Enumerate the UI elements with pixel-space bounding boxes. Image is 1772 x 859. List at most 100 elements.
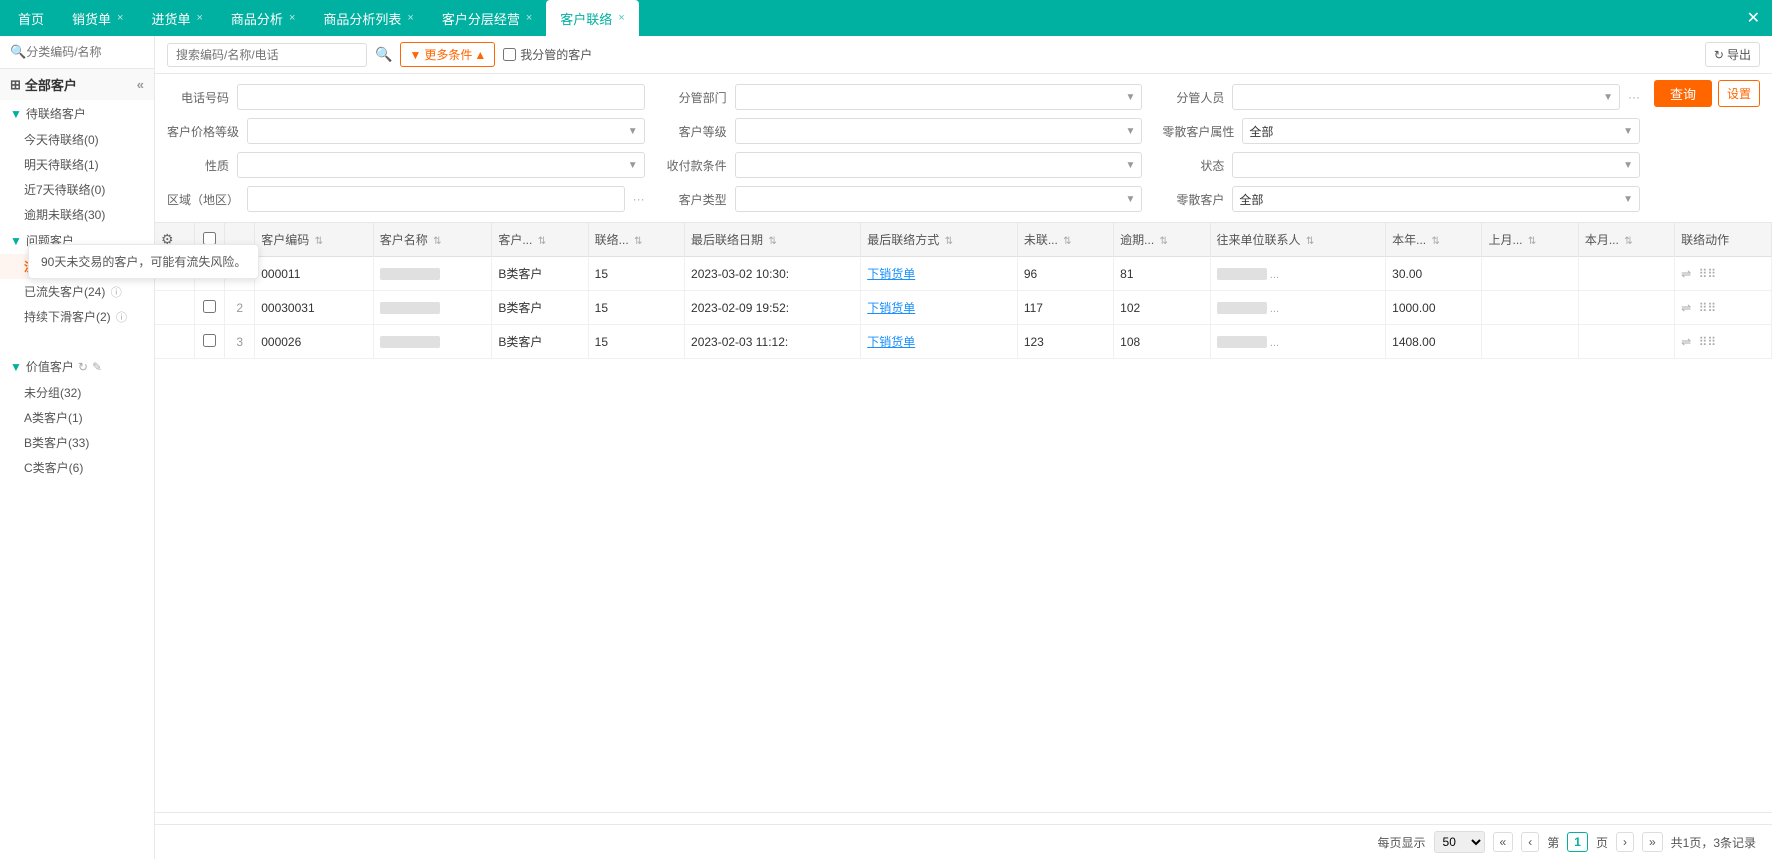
close-icon[interactable]: × (526, 12, 532, 24)
export-icon: ↻ (1714, 48, 1724, 62)
more-dots[interactable]: ··· (633, 192, 645, 206)
sidebar-item-declining[interactable]: 持续下滑客户(2) ⓘ (0, 304, 154, 329)
row-checkbox[interactable] (203, 300, 216, 313)
close-icon[interactable]: × (289, 12, 295, 24)
filter-row-3: 性质 ▼ 收付款条件 ▼ (155, 148, 1652, 182)
close-icon[interactable]: × (407, 12, 413, 24)
export-button[interactable]: ↻ 导出 (1705, 42, 1760, 67)
sort-icon: ⇅ (315, 236, 323, 247)
contact-icon[interactable]: ⇌ (1681, 267, 1691, 281)
sidebar-item-b-class[interactable]: B类客户(33) (0, 430, 154, 455)
chevron-down-icon: ▼ (1125, 92, 1135, 103)
sidebar-item-7days[interactable]: 近7天待联络(0) (0, 177, 154, 202)
sidebar-item-tomorrow[interactable]: 明天待联络(1) (0, 152, 154, 177)
info-icon: ⓘ (111, 287, 122, 299)
sidebar-root[interactable]: ⊞ 全部客户 « (0, 69, 154, 100)
more-conditions-button[interactable]: ▼ 更多条件 ▲ (400, 42, 495, 67)
current-page: 1 (1567, 832, 1588, 852)
last-way-link[interactable]: 下销货单 (867, 267, 915, 281)
sort-icon: ⇅ (1160, 236, 1168, 247)
zero-customer-select[interactable]: 全部 ▼ (1232, 186, 1640, 212)
chevron-down-icon: ▲ (474, 48, 486, 62)
refresh-icon[interactable]: ↻ (78, 360, 88, 374)
row-code: 00030031 (255, 291, 374, 325)
tab-customer-tier[interactable]: 客户分层经营 × (428, 0, 546, 36)
search-input[interactable] (167, 43, 367, 67)
tab-purchase[interactable]: 进货单 × (137, 0, 216, 36)
tab-product-analysis-list[interactable]: 商品分析列表 × (309, 0, 427, 36)
close-icon[interactable]: × (196, 12, 202, 24)
phone-input[interactable] (237, 84, 645, 110)
last-way-link[interactable]: 下销货单 (867, 301, 915, 315)
sidebar-item-churned[interactable]: 已流失客户(24) ⓘ (0, 279, 154, 304)
chevron-down-icon: ▼ (1603, 92, 1613, 103)
sidebar-item-overdue[interactable]: 逾期未联络(30) (0, 202, 154, 227)
row-last-date: 2023-03-02 10:30: (685, 257, 861, 291)
contact-icon[interactable]: ⇌ (1681, 335, 1691, 349)
next-page-button[interactable]: › (1616, 832, 1634, 852)
more-action-icon[interactable]: ⠿⠿ (1699, 335, 1717, 349)
my-customers-checkbox[interactable]: 我分管的客户 (503, 46, 592, 63)
region-select[interactable] (247, 186, 625, 212)
query-button[interactable]: 查询 (1654, 80, 1712, 107)
field-region: 区域（地区） ··· (167, 186, 645, 212)
collapse-icon[interactable]: « (137, 77, 144, 92)
tab-product-analysis[interactable]: 商品分析 × (217, 0, 309, 36)
settings-button[interactable]: 设置 (1718, 80, 1760, 107)
close-icon[interactable]: × (117, 12, 123, 24)
customer-type-select[interactable]: ▼ (735, 186, 1143, 212)
dept-select[interactable]: ▼ (735, 84, 1143, 110)
nature-select[interactable]: ▼ (237, 152, 645, 178)
more-dots[interactable]: ··· (1628, 90, 1640, 104)
table-row: 1 000011 B类客户 15 2023-03-02 10:30: 下销货单 … (155, 257, 1772, 291)
sidebar-search-input[interactable] (26, 45, 155, 59)
field-manager: 分管人员 ▼ ··· (1162, 84, 1640, 110)
col-uncontact: 未联... ⇅ (1017, 223, 1113, 257)
col-overdue: 逾期... ⇅ (1114, 223, 1210, 257)
col-unit-contact: 往来单位联系人 ⇅ (1210, 223, 1386, 257)
row-unit-contact: ... (1210, 291, 1386, 325)
first-page-button[interactable]: « (1493, 832, 1514, 852)
window-close-button[interactable]: ✕ (1739, 8, 1768, 28)
select-all-checkbox[interactable] (203, 232, 216, 245)
search-button[interactable]: 🔍 (375, 46, 392, 63)
more-action-icon[interactable]: ⠿⠿ (1699, 301, 1717, 315)
edit-icon[interactable]: ✎ (92, 360, 102, 374)
row-unit-contact: ... (1210, 325, 1386, 359)
chevron-down-icon: ▼ (1125, 126, 1135, 137)
price-level-select[interactable]: ▼ (247, 118, 645, 144)
sort-icon: ⇅ (1528, 236, 1536, 247)
tab-home[interactable]: 首页 (4, 0, 58, 36)
sidebar-item-c-class[interactable]: C类客户(6) (0, 455, 154, 480)
zero-attr-select[interactable]: 全部 ▼ (1242, 118, 1640, 144)
page-size-select[interactable]: 50 100 200 (1434, 831, 1485, 853)
sidebar-group-value[interactable]: ▼ 价值客户 ↻ ✎ (0, 353, 154, 380)
col-action: 联络动作 (1675, 223, 1772, 257)
sidebar-item-a-class[interactable]: A类客户(1) (0, 405, 154, 430)
manager-select[interactable]: ▼ (1232, 84, 1620, 110)
close-icon[interactable]: × (618, 12, 624, 24)
sidebar-search-icon: 🔍 (10, 44, 26, 60)
payment-select[interactable]: ▼ (735, 152, 1143, 178)
contact-icon[interactable]: ⇌ (1681, 301, 1691, 315)
chevron-down-icon: ▼ (1623, 194, 1633, 205)
pagination-bar: 每页显示 50 100 200 « ‹ 第 1 页 › » 共1页，3条记录 (155, 824, 1772, 859)
tab-bar: 首页 销货单 × 进货单 × 商品分析 × 商品分析列表 × 客户分层经营 × … (0, 0, 1772, 36)
status-select[interactable]: ▼ (1232, 152, 1640, 178)
row-checkbox[interactable] (203, 334, 216, 347)
last-page-button[interactable]: » (1642, 832, 1663, 852)
horizontal-scrollbar[interactable] (155, 812, 1772, 824)
sidebar-group-pending[interactable]: ▼ 待联络客户 (0, 100, 154, 127)
prev-page-button[interactable]: ‹ (1521, 832, 1539, 852)
tab-customer-contact[interactable]: 客户联络 × (546, 0, 638, 36)
last-way-link[interactable]: 下销货单 (867, 335, 915, 349)
my-customers-check[interactable] (503, 48, 516, 61)
customer-level-select[interactable]: ▼ (735, 118, 1143, 144)
filter-bar: 🔍 ▼ 更多条件 ▲ 我分管的客户 ↻ 导出 (155, 36, 1772, 74)
sidebar-item-today[interactable]: 今天待联络(0) (0, 127, 154, 152)
row-overdue: 81 (1114, 257, 1210, 291)
row-contact: 15 (588, 257, 684, 291)
more-action-icon[interactable]: ⠿⠿ (1699, 267, 1717, 281)
tab-sales[interactable]: 销货单 × (58, 0, 137, 36)
sidebar-item-ungrouped[interactable]: 未分组(32) (0, 380, 154, 405)
